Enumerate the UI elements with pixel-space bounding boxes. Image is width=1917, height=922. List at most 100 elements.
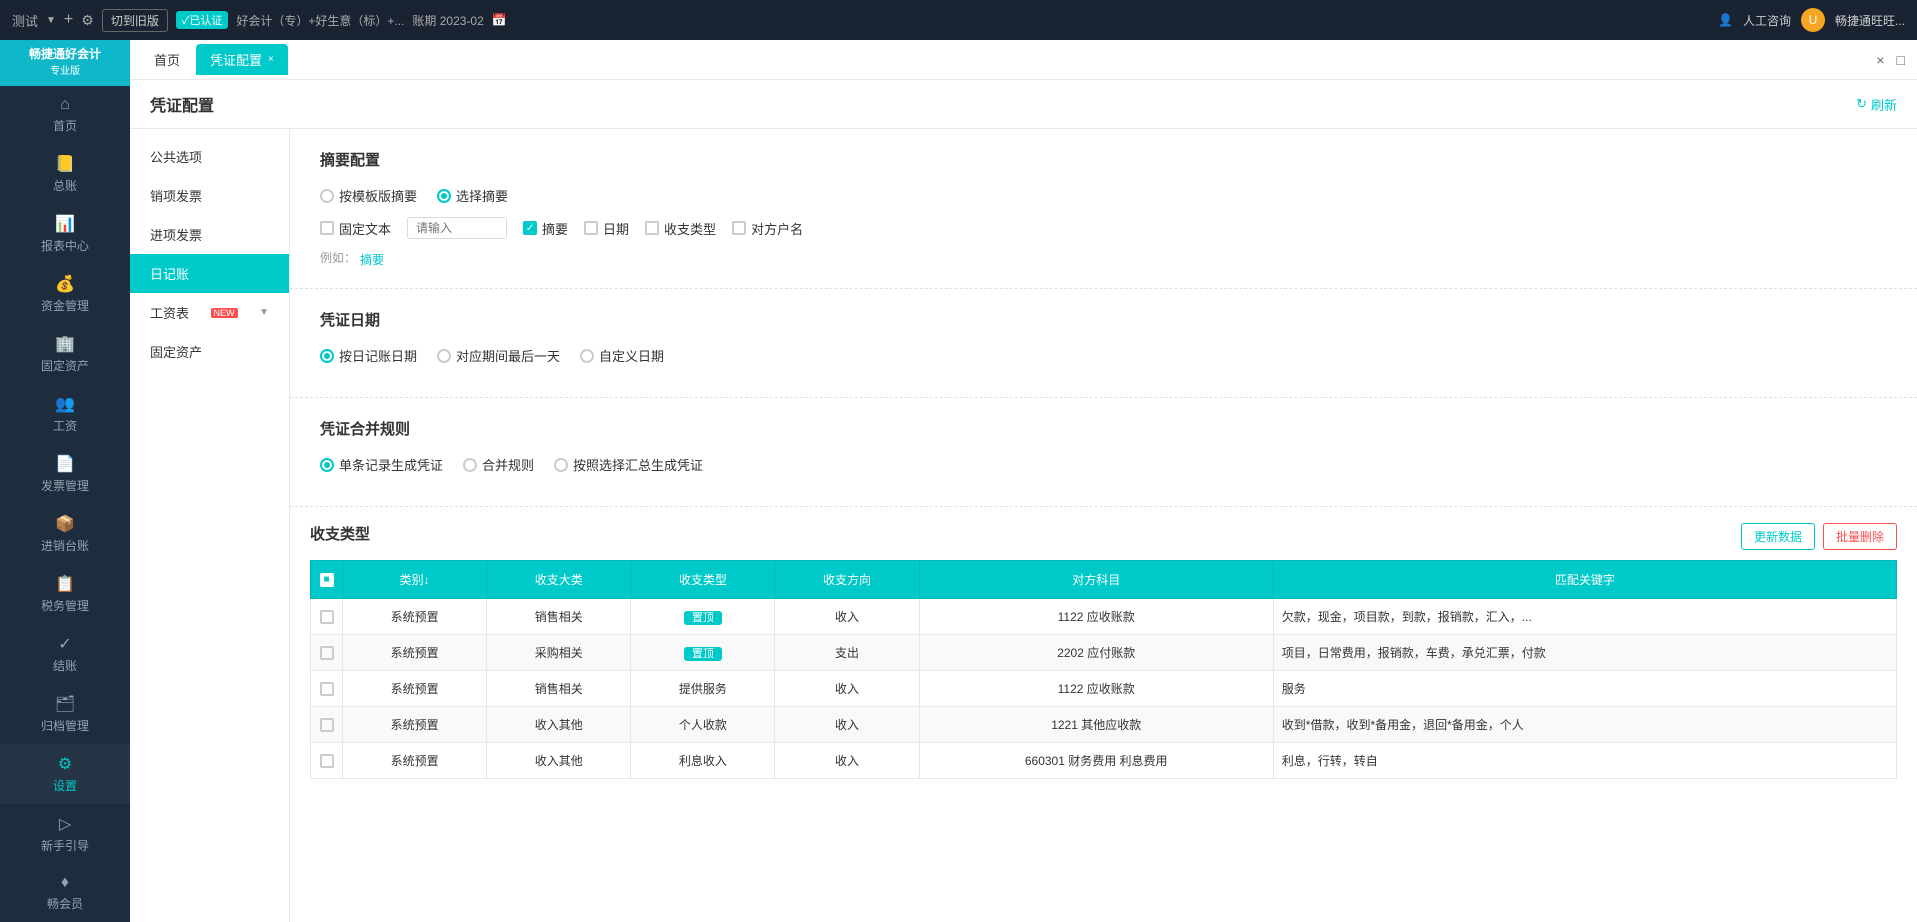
row-keywords: 欠款，现金，项目款，到款，报销款，汇入，... [1273,599,1896,635]
checkbox-counterpart[interactable]: 对方户名 [732,219,803,238]
tab-voucher-config[interactable]: 凭证配置 × [196,44,288,75]
radio-template-summary[interactable]: 按模板版摘要 [320,186,417,205]
sidebar-item-assets[interactable]: 🏢 固定资产 [0,324,130,384]
row-checkbox[interactable] [320,610,334,624]
radio-journal-date[interactable]: 按日记账日期 [320,346,417,365]
sidebar-label-salary: 工资 [53,417,77,434]
sidebar-item-invoice[interactable]: 📄 发票管理 [0,444,130,504]
summary-config-section: 摘要配置 按模板版摘要 选择摘要 [290,129,1917,289]
radio-custom-date[interactable]: 自定义日期 [580,346,664,365]
top-bar-title: 测试 [12,11,38,30]
checkbox-income-type[interactable]: 收支类型 [645,219,716,238]
sidebar-item-member[interactable]: ♦ 畅会员 [0,864,130,922]
window-close-icon[interactable]: × [1876,52,1884,68]
radio-single-record[interactable]: 单条记录生成凭证 [320,455,443,474]
tab-home[interactable]: 首页 [142,44,192,75]
type-tag: 置顶 [684,647,722,661]
sidebar-item-archive[interactable]: 🗂 归档管理 [0,684,130,744]
radio-summary-generate[interactable]: 按照选择汇总生成凭证 [554,455,703,474]
sidebar-item-tax[interactable]: 📋 税务管理 [0,564,130,624]
row-keywords: 收到*借款，收到*备用金，退回*备用金，个人 [1273,707,1896,743]
radio-select-dot [437,189,451,203]
settle-icon: ✓ [58,634,71,654]
radio-select-summary[interactable]: 选择摘要 [437,186,508,205]
table-row: 系统预置销售相关置顶收入1122 应收账款欠款，现金，项目款，到款，报销款，汇入… [311,599,1897,635]
payroll-chevron-icon: ▼ [259,307,269,318]
row-subject: 2202 应付账款 [919,635,1273,671]
content-area: 首页 凭证配置 × × □ 凭证配置 ↻ 刷新 [130,40,1917,922]
certified-tag: ✓已认证 [176,11,229,29]
radio-select-label: 选择摘要 [456,186,508,205]
merge-rules-section: 凭证合并规则 单条记录生成凭证 合并规则 [290,398,1917,507]
top-bar-gear[interactable]: ⚙ [81,12,94,29]
config-sidebar-fixed-assets[interactable]: 固定资产 [130,332,289,371]
sidebar-label-member: 畅会员 [47,895,83,912]
batch-delete-button[interactable]: 批量删除 [1823,523,1897,550]
sidebar-item-reports[interactable]: 📊 报表中心 [0,204,130,264]
th-checkbox[interactable]: ■ [311,561,343,599]
sidebar-item-salary[interactable]: 👥 工资 [0,384,130,444]
voucher-date-section: 凭证日期 按日记账日期 对应期间最后一天 [290,289,1917,398]
table-header-row: 收支类型 更新数据 批量删除 [310,523,1897,550]
assets-icon: 🏢 [55,334,75,354]
checkbox-date-label: 日期 [603,219,629,238]
row-checkbox-cell[interactable] [311,671,343,707]
row-checkbox-cell[interactable] [311,707,343,743]
merge-rules-title: 凭证合并规则 [320,418,1887,439]
row-major-type: 收入其他 [487,707,631,743]
sidebar-label-reports: 报表中心 [41,237,89,254]
user-name: 畅捷通旺旺... [1835,12,1905,29]
refresh-button[interactable]: ↻ 刷新 [1856,95,1897,114]
fixed-text-input[interactable] [407,217,507,239]
row-direction: 收入 [775,671,919,707]
sidebar-item-ledger[interactable]: 📒 总账 [0,144,130,204]
row-checkbox-cell[interactable] [311,635,343,671]
row-checkbox[interactable] [320,682,334,696]
sidebar-item-funds[interactable]: 💰 资金管理 [0,264,130,324]
sidebar-label-guide: 新手引导 [41,837,89,854]
checkbox-fixed-text-label: 固定文本 [339,219,391,238]
row-checkbox-cell[interactable] [311,743,343,779]
radio-custom-date-dot [580,349,594,363]
radio-last-day[interactable]: 对应期间最后一天 [437,346,560,365]
checkbox-date[interactable]: 日期 [584,219,629,238]
sidebar-item-settings[interactable]: ⚙ 设置 [0,744,130,804]
config-sidebar-sales-invoice[interactable]: 销项发票 [130,176,289,215]
checkbox-fixed-text[interactable]: 固定文本 [320,219,391,238]
support-button[interactable]: 人工咨询 [1743,12,1791,29]
sidebar-item-purchase[interactable]: 📦 进销台账 [0,504,130,564]
sidebar-label-funds: 资金管理 [41,297,89,314]
switch-old-version-button[interactable]: 切到旧版 [102,9,168,32]
update-data-button[interactable]: 更新数据 [1741,523,1815,550]
checkbox-summary[interactable]: ✓ 摘要 [523,219,568,238]
sidebar-label-assets: 固定资产 [41,357,89,374]
voucher-date-title: 凭证日期 [320,309,1887,330]
radio-merge-rule[interactable]: 合并规则 [463,455,534,474]
config-sidebar-journal[interactable]: 日记账 [130,254,289,293]
row-checkbox[interactable] [320,754,334,768]
th-keywords: 匹配关键字 [1273,561,1896,599]
radio-merge-label: 合并规则 [482,455,534,474]
row-checkbox-cell[interactable] [311,599,343,635]
tab-close-icon[interactable]: × [268,54,274,65]
row-checkbox[interactable] [320,646,334,660]
top-bar-chevron[interactable]: ▼ [46,15,56,26]
config-sidebar-purchase-invoice-label: 进项发票 [150,225,202,244]
row-direction: 支出 [775,635,919,671]
radio-template-dot [320,189,334,203]
radio-summary-dot [554,458,568,472]
config-sidebar-payroll[interactable]: 工资表 NEW ▼ [130,293,289,332]
row-subject: 1122 应收账款 [919,671,1273,707]
top-bar-plus[interactable]: + [64,11,73,29]
sidebar-item-guide[interactable]: ▷ 新手引导 [0,804,130,864]
row-major-type: 销售相关 [487,599,631,635]
page-content: 凭证配置 ↻ 刷新 公共选项 销项发票 [130,80,1917,922]
config-sidebar-purchase-invoice[interactable]: 进项发票 [130,215,289,254]
refresh-icon: ↻ [1856,96,1867,112]
row-checkbox[interactable] [320,718,334,732]
window-maximize-icon[interactable]: □ [1897,52,1905,68]
income-expense-title: 收支类型 [310,523,1733,550]
config-sidebar-public[interactable]: 公共选项 [130,137,289,176]
sidebar-item-settle[interactable]: ✓ 结账 [0,624,130,684]
sidebar-item-home[interactable]: ⌂ 首页 [0,86,130,144]
